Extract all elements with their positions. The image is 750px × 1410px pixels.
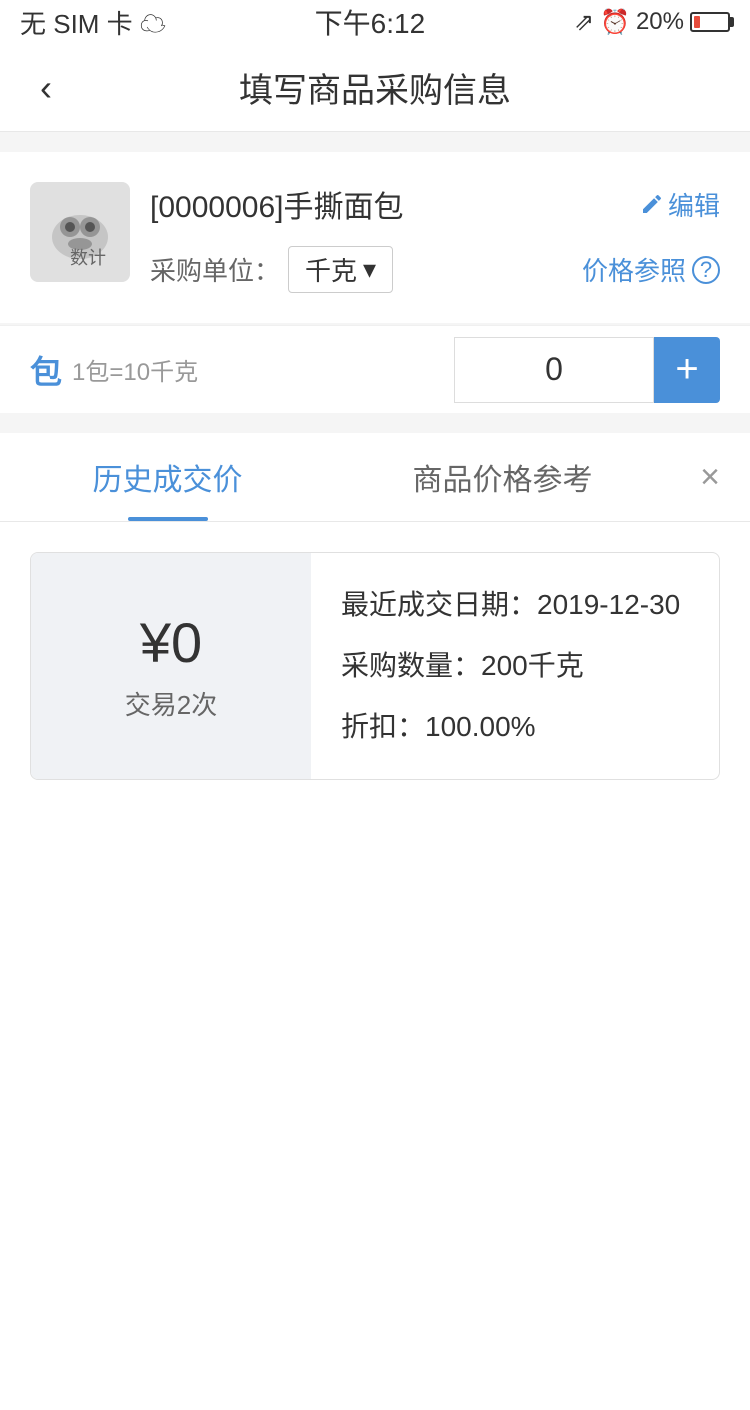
tabs-header: 历史成交价 商品价格参考 × [0,433,750,522]
quantity-label: 采购数量： [341,650,481,681]
unit-value: 千克 [305,251,357,288]
unit-select[interactable]: 千克 ▾ [288,246,393,293]
discount-value: 100.00% [425,711,536,742]
unit-box-icon: 包 [30,347,62,393]
back-button[interactable]: ‹ [30,57,62,119]
product-title: 手撕面包 [283,191,403,224]
unit-conversion-text: 1包=10千克 [72,352,198,387]
edit-button[interactable]: 编辑 [640,186,720,223]
price-card: ¥0 交易2次 最近成交日期：2019-12-30 采购数量：200千克 折扣：… [30,552,720,780]
tabs-container: 历史成交价 商品价格参考 × ¥0 交易2次 最近成交日期：2019-12-30… [0,433,750,810]
product-thumbnail: 数计 [30,182,130,282]
status-time: 下午6:12 [315,2,426,42]
unit-label: 采购单位： 千克 ▾ [150,246,393,293]
product-logo-icon: 数计 [40,192,120,272]
location-icon: ⇗ [574,8,594,37]
status-bar: 无 SIM 卡 ☁ 下午6:12 ⇗ ⏰ 20% [0,0,750,44]
product-id: [0000006] [150,191,283,224]
product-unit-row: 采购单位： 千克 ▾ 价格参照 ? [150,246,720,293]
nav-bar: ‹ 填写商品采购信息 [0,44,750,132]
quantity-plus-button[interactable]: + [654,337,720,403]
product-info: [0000006]手撕面包 编辑 采购单位： 千克 ▾ 价格参照 ? [150,182,720,293]
bottom-area [0,810,750,1410]
currency-symbol: ¥ [140,611,171,674]
status-left: 无 SIM 卡 ☁ [20,4,166,41]
product-header: [0000006]手撕面包 编辑 [150,182,720,226]
price-right-panel: 最近成交日期：2019-12-30 采购数量：200千克 折扣：100.00% [311,553,719,779]
quantity-row-detail: 采购数量：200千克 [341,644,689,689]
help-icon: ? [692,256,720,284]
price-ref-button[interactable]: 价格参照 ? [582,251,720,288]
tab-history-price[interactable]: 历史成交价 [0,433,335,521]
trade-count: 交易2次 [125,685,217,722]
battery-icon [690,12,730,32]
discount-row: 折扣：100.00% [341,705,689,750]
price-value: 0 [171,611,202,674]
product-card: 数计 [0000006]手撕面包 编辑 采购单位： 千克 ▾ [0,152,750,323]
svg-text:数计: 数计 [70,248,106,268]
quantity-value: 200千克 [481,650,584,681]
tab-price-ref-label: 商品价格参考 [413,455,593,499]
recent-date-row: 最近成交日期：2019-12-30 [341,583,689,628]
discount-label: 折扣： [341,711,425,742]
battery-percent: 20% [636,8,684,36]
product-name: [0000006]手撕面包 [150,182,403,226]
history-content: ¥0 交易2次 最近成交日期：2019-12-30 采购数量：200千克 折扣：… [0,522,750,810]
price-amount: ¥0 [140,610,202,675]
price-left-panel: ¥0 交易2次 [31,553,311,779]
sim-label: 无 SIM 卡 ☁ [20,4,166,41]
dropdown-arrow-icon: ▾ [363,254,376,285]
status-right: ⇗ ⏰ 20% [574,8,730,37]
quantity-unit-info: 包 1包=10千克 [30,347,198,393]
tab-close-button[interactable]: × [670,433,750,521]
alarm-icon: ⏰ [600,8,630,37]
price-ref-label: 价格参照 [582,251,686,288]
edit-icon [640,192,664,216]
edit-label: 编辑 [668,186,720,223]
quantity-row: 包 1包=10千克 + [0,325,750,413]
recent-date-label: 最近成交日期： [341,589,537,620]
tab-price-ref[interactable]: 商品价格参考 [335,433,670,521]
unit-label-text: 采购单位： [150,251,280,288]
page-title: 填写商品采购信息 [239,63,511,112]
tab-history-label: 历史成交价 [93,455,243,499]
quantity-control: + [454,337,720,403]
quantity-input[interactable] [454,337,654,403]
recent-date-value: 2019-12-30 [537,589,680,620]
